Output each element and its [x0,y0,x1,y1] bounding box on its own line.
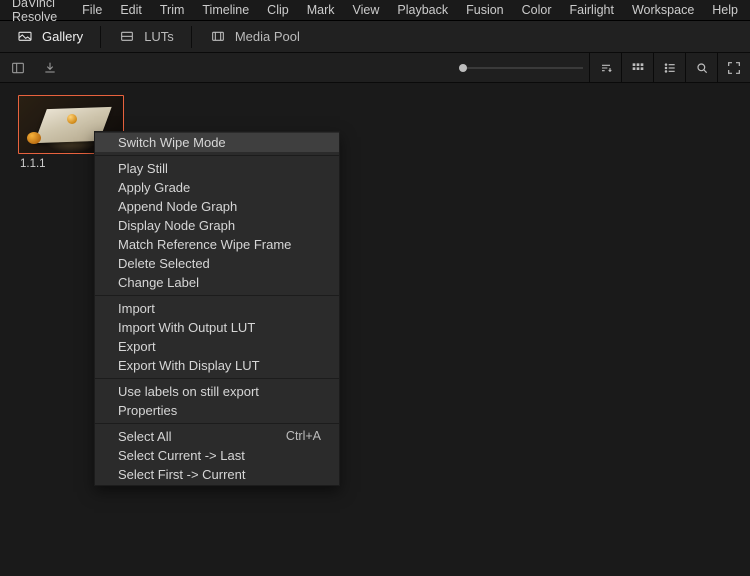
slider-knob[interactable] [459,64,467,72]
menu-edit[interactable]: Edit [112,1,150,19]
search-button[interactable] [686,53,718,83]
ctx-item-label: Select Current -> Last [118,449,245,462]
ctx-item-label: Switch Wipe Mode [118,136,226,149]
ctx-item-shortcut: Ctrl+A [286,430,321,443]
sort-button[interactable] [590,53,622,83]
menu-view[interactable]: View [345,1,388,19]
menu-help[interactable]: Help [704,1,746,19]
ctx-import-with-output-lut[interactable]: Import With Output LUT [95,318,339,337]
context-menu: Switch Wipe Mode Play Still Apply Grade App… [94,131,340,486]
ctx-export-with-display-lut[interactable]: Export With Display LUT [95,356,339,375]
gallery-toolbar [0,53,750,83]
ctx-item-label: Use labels on still export [118,385,259,398]
ctx-select-first-current[interactable]: Select First -> Current [95,465,339,484]
ctx-separator [95,423,339,424]
ctx-item-label: Import With Output LUT [118,321,255,334]
ctx-separator [95,155,339,156]
ctx-item-label: Play Still [118,162,168,175]
toolbar-divider [100,26,101,48]
luts-tab[interactable]: LUTs [110,25,182,49]
menu-fairlight[interactable]: Fairlight [562,1,622,19]
grab-still-button[interactable] [36,55,64,81]
ctx-separator [95,378,339,379]
ctx-delete-selected[interactable]: Delete Selected [95,254,339,273]
ctx-play-still[interactable]: Play Still [95,159,339,178]
ctx-item-label: Apply Grade [118,181,190,194]
ctx-use-labels-on-still-export[interactable]: Use labels on still export [95,382,339,401]
ctx-import[interactable]: Import [95,299,339,318]
sidebar-toggle-button[interactable] [4,55,32,81]
menu-app[interactable]: DaVinci Resolve [4,0,72,26]
mediapool-tab[interactable]: Media Pool [201,25,308,49]
menu-file[interactable]: File [74,1,110,19]
menu-workspace[interactable]: Workspace [624,1,702,19]
thumbnail-size-slider[interactable] [463,67,583,69]
ctx-append-node-graph[interactable]: Append Node Graph [95,197,339,216]
menu-playback[interactable]: Playback [389,1,456,19]
mediapool-tab-label: Media Pool [235,29,300,44]
gallery-icon [16,29,34,45]
toolbar-divider [191,26,192,48]
ctx-properties[interactable]: Properties [95,401,339,420]
gallery-tab-label: Gallery [42,29,83,44]
ctx-item-label: Match Reference Wipe Frame [118,238,291,251]
ctx-item-label: Select All [118,430,171,443]
luts-icon [118,29,136,45]
ctx-item-label: Properties [118,404,177,417]
ctx-display-node-graph[interactable]: Display Node Graph [95,216,339,235]
ctx-match-reference-wipe-frame[interactable]: Match Reference Wipe Frame [95,235,339,254]
list-view-button[interactable] [654,53,686,83]
luts-tab-label: LUTs [144,29,174,44]
slider-track [463,67,583,69]
mediapool-icon [209,29,227,45]
menu-timeline[interactable]: Timeline [194,1,257,19]
ctx-change-label[interactable]: Change Label [95,273,339,292]
ctx-item-label: Append Node Graph [118,200,237,213]
ctx-item-label: Export [118,340,156,353]
ctx-item-label: Change Label [118,276,199,289]
expand-button[interactable] [718,53,750,83]
gallery-tab[interactable]: Gallery [8,25,91,49]
main-menubar: DaVinci Resolve File Edit Trim Timeline … [0,0,750,20]
menu-trim[interactable]: Trim [152,1,193,19]
ctx-item-label: Select First -> Current [118,468,246,481]
ctx-select-current-last[interactable]: Select Current -> Last [95,446,339,465]
ctx-select-all[interactable]: Select All Ctrl+A [95,427,339,446]
menu-fusion[interactable]: Fusion [458,1,512,19]
ctx-item-label: Display Node Graph [118,219,235,232]
panel-tabs-toolbar: Gallery LUTs Media Pool [0,20,750,53]
menu-mark[interactable]: Mark [299,1,343,19]
ctx-switch-wipe-mode[interactable]: Switch Wipe Mode [95,133,339,152]
ctx-apply-grade[interactable]: Apply Grade [95,178,339,197]
ctx-item-label: Import [118,302,155,315]
ctx-separator [95,295,339,296]
menu-color[interactable]: Color [514,1,560,19]
ctx-item-label: Export With Display LUT [118,359,260,372]
menu-clip[interactable]: Clip [259,1,297,19]
ctx-item-label: Delete Selected [118,257,210,270]
ctx-export[interactable]: Export [95,337,339,356]
grid-view-button[interactable] [622,53,654,83]
